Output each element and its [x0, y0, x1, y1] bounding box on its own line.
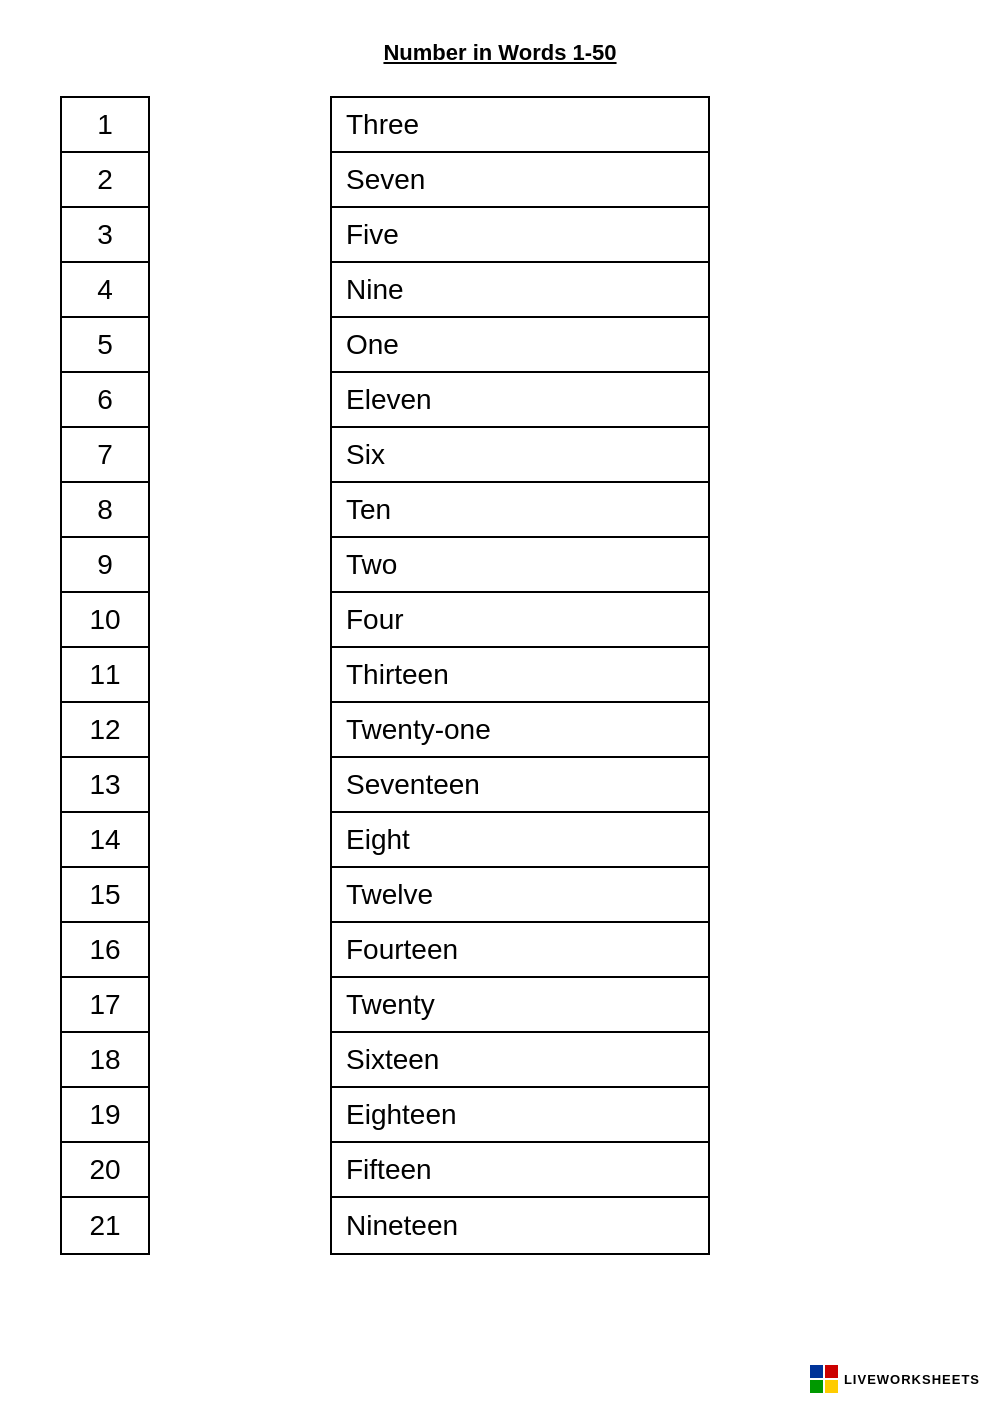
word-cell: Eleven: [332, 373, 708, 428]
page-title: Number in Words 1-50: [0, 0, 1000, 96]
number-cell: 16: [62, 923, 148, 978]
number-cell: 1: [62, 98, 148, 153]
footer: LIVEWORKSHEETS: [810, 1365, 980, 1393]
words-column: ThreeSevenFiveNineOneElevenSixTenTwoFour…: [330, 96, 710, 1255]
content-area: 123456789101112131415161718192021 ThreeS…: [0, 96, 1000, 1255]
svg-rect-3: [825, 1380, 838, 1393]
word-cell: Six: [332, 428, 708, 483]
word-cell: Seven: [332, 153, 708, 208]
word-cell: Seventeen: [332, 758, 708, 813]
number-cell: 13: [62, 758, 148, 813]
word-cell: Nine: [332, 263, 708, 318]
word-cell: Sixteen: [332, 1033, 708, 1088]
number-cell: 9: [62, 538, 148, 593]
word-cell: Four: [332, 593, 708, 648]
number-cell: 19: [62, 1088, 148, 1143]
number-cell: 7: [62, 428, 148, 483]
logo-box: [810, 1365, 838, 1393]
word-cell: Eight: [332, 813, 708, 868]
number-cell: 6: [62, 373, 148, 428]
number-cell: 8: [62, 483, 148, 538]
svg-rect-2: [810, 1380, 823, 1393]
word-cell: Twelve: [332, 868, 708, 923]
number-cell: 14: [62, 813, 148, 868]
svg-rect-1: [825, 1365, 838, 1378]
numbers-column: 123456789101112131415161718192021: [60, 96, 150, 1255]
word-cell: Three: [332, 98, 708, 153]
number-cell: 18: [62, 1033, 148, 1088]
word-cell: Two: [332, 538, 708, 593]
word-cell: Nineteen: [332, 1198, 708, 1253]
number-cell: 21: [62, 1198, 148, 1253]
number-cell: 17: [62, 978, 148, 1033]
number-cell: 4: [62, 263, 148, 318]
word-cell: Eighteen: [332, 1088, 708, 1143]
number-cell: 3: [62, 208, 148, 263]
number-cell: 2: [62, 153, 148, 208]
word-cell: Twenty-one: [332, 703, 708, 758]
word-cell: Five: [332, 208, 708, 263]
number-cell: 20: [62, 1143, 148, 1198]
footer-text: LIVEWORKSHEETS: [844, 1372, 980, 1387]
word-cell: Ten: [332, 483, 708, 538]
word-cell: Fifteen: [332, 1143, 708, 1198]
number-cell: 15: [62, 868, 148, 923]
word-cell: One: [332, 318, 708, 373]
number-cell: 5: [62, 318, 148, 373]
number-cell: 11: [62, 648, 148, 703]
word-cell: Twenty: [332, 978, 708, 1033]
svg-rect-0: [810, 1365, 823, 1378]
word-cell: Fourteen: [332, 923, 708, 978]
number-cell: 10: [62, 593, 148, 648]
word-cell: Thirteen: [332, 648, 708, 703]
number-cell: 12: [62, 703, 148, 758]
